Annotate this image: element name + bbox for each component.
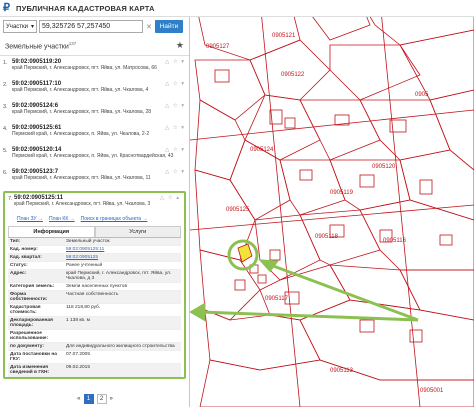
address: край Пермский, г. Александровск, пгт. Яй…: [12, 87, 149, 93]
page-button[interactable]: 2: [96, 394, 107, 404]
address: край Пермский, г. Александровск, пгт. Яй…: [14, 201, 151, 207]
search-panel: Участки ▾ 59,325726 57,257450 ✕ Найти Зе…: [0, 17, 190, 407]
results-count: 137: [68, 40, 77, 46]
info-row: Категория земель: Земли населенных пункто…: [8, 283, 181, 291]
arrow-head-to-panel: [189, 302, 206, 322]
map-label-quarter: 0905125: [226, 207, 250, 213]
search-type-select[interactable]: Участки ▾: [3, 20, 37, 33]
item-tools-icon[interactable]: △ ☆ ▾: [165, 147, 185, 153]
cadastral-quarter-link[interactable]: 59:02:0905125: [64, 254, 181, 261]
search-row: Участки ▾ 59,325726 57,257450 ✕ Найти: [0, 17, 189, 36]
info-row: Статус: Ранее учтенный: [8, 262, 181, 270]
list-item[interactable]: 6. 59:02:0905123:7 край Пермский, г. Але…: [0, 167, 189, 189]
top-bar: ₽ ПУБЛИЧНАЯ КАДАСТРОВАЯ КАРТА: [0, 0, 474, 17]
arrow-head-to-parcel: [258, 259, 279, 273]
info-row: Адрес: край Пермский, г. Александровск, п…: [8, 270, 181, 283]
address: край Пермский, г. Александровск, пгт. Яй…: [12, 175, 151, 181]
info-row: Декларированная площадь: 1 138 кв. м: [8, 317, 181, 330]
address: Пермский край, г. Александровск, п. Яйва…: [12, 153, 174, 159]
page-button[interactable]: 1: [83, 394, 94, 404]
results-list: 1. 59:02:0905119:20 край Пермский, г. Ал…: [0, 56, 189, 379]
map-label-quarter: 0905117: [265, 296, 288, 302]
info-row: Дата постановки на ГКУ: 07.07.2005: [8, 351, 181, 364]
list-item[interactable]: 4. 59:02:0905125:61 Пермский край, г. Ал…: [0, 123, 189, 145]
info-row: Форма собственности: Частная собственност…: [8, 291, 181, 304]
address: край Пермский, г. Александровск, пгт. Яй…: [12, 109, 152, 115]
plan-kk-link[interactable]: План КК →: [49, 216, 75, 222]
item-tools-icon[interactable]: △ ☆ ▾: [165, 81, 185, 87]
map-label-quarter: 0905001: [420, 388, 444, 394]
chevron-down-icon: ▾: [30, 24, 34, 30]
info-row: Кад. квартал: 59:02:0905125: [8, 254, 181, 262]
map-label-quarter: 0905: [415, 92, 429, 98]
selected-result: 7. 59:02:0905125:11 край Пермский, г. Ал…: [3, 191, 186, 379]
info-row: Тип: Земельный участок: [8, 238, 181, 246]
prev-page-button[interactable]: «: [77, 396, 80, 402]
map-label-quarter: 0905113: [330, 368, 353, 374]
info-row: по документу: Для индивидуального жилищно…: [8, 343, 181, 351]
info-row: Разрешенное использование:: [8, 330, 181, 343]
results-header: Земельные участки137 ★: [0, 36, 189, 56]
next-page-button[interactable]: »: [110, 396, 113, 402]
search-type-value: Участки: [6, 23, 28, 30]
find-button[interactable]: Найти: [155, 20, 183, 33]
list-item[interactable]: 1. 59:02:0905119:20 край Пермский, г. Ал…: [0, 57, 189, 79]
search-input[interactable]: 59,325726 57,257450: [39, 20, 143, 33]
info-row: Дата изменения сведений в ГКН: 09.02.2015: [8, 364, 181, 377]
address: край Пермский, г. Александровск, пгт. Яй…: [12, 65, 157, 71]
map-label-quarter: 0905118: [315, 234, 338, 240]
list-item[interactable]: 5. 59:02:0905120:14 Пермский край, г. Ал…: [0, 145, 189, 167]
arrow-line-to-panel: [199, 310, 419, 322]
rosreestr-logo-icon: ₽: [3, 2, 10, 14]
item-tools-icon[interactable]: △ ☆ ▾: [165, 59, 185, 65]
pagination: « 1 2 »: [0, 391, 190, 407]
map-label-quarter: 0905116: [383, 238, 406, 244]
info-tabs: Информация Услуги: [8, 226, 181, 238]
item-tools-icon[interactable]: △ ☆ ▾: [165, 125, 185, 131]
item-tools-icon[interactable]: △ ☆ ▴: [160, 195, 180, 201]
item-tools-icon[interactable]: △ ☆ ▾: [165, 169, 185, 175]
map-label-quarter: 0905127: [206, 44, 230, 50]
info-row: Кад. номер: 59:02:0905125:11: [8, 246, 181, 254]
map-label-quarter: 0905122: [281, 72, 305, 78]
plan-zu-link[interactable]: План ЗУ →: [17, 216, 43, 222]
close-icon[interactable]: ✕: [145, 20, 153, 33]
map-label-quarter: 0905124: [250, 147, 274, 153]
app-title: ПУБЛИЧНАЯ КАДАСТРОВАЯ КАРТА: [16, 3, 155, 13]
map-label-quarter: 0905120: [372, 164, 396, 170]
tab-info[interactable]: Информация: [8, 226, 95, 237]
star-icon[interactable]: ★: [176, 40, 184, 51]
list-item-selected[interactable]: 7. 59:02:0905125:11 край Пермский, г. Ал…: [5, 193, 184, 215]
map-label-quarter: 0905121: [272, 33, 296, 39]
results-title: Земельные участки137: [5, 40, 77, 51]
cadastral-number-link[interactable]: 59:02:0905125:11: [64, 246, 181, 253]
list-item[interactable]: 2. 59:02:0905117:10 край Пермский, г. Ал…: [0, 79, 189, 101]
address: Пермский край, г. Александровск, п. Яйва…: [12, 131, 150, 137]
tab-services[interactable]: Услуги: [94, 226, 181, 237]
list-item[interactable]: 3. 59:02:0905124:6 край Пермский, г. Але…: [0, 101, 189, 123]
object-links: План ЗУ → План КК → Поиск в границах объ…: [5, 215, 184, 224]
item-tools-icon[interactable]: △ ☆ ▾: [165, 103, 185, 109]
info-table: Тип: Земельный участок Кад. номер: 59:02:0…: [8, 238, 181, 377]
search-in-bounds-link[interactable]: Поиск в границах объекта →: [81, 216, 148, 222]
map-label-quarter: 0905119: [330, 190, 353, 196]
info-row: Кадастровая стоимость: 118 218,80 руб.: [8, 304, 181, 317]
